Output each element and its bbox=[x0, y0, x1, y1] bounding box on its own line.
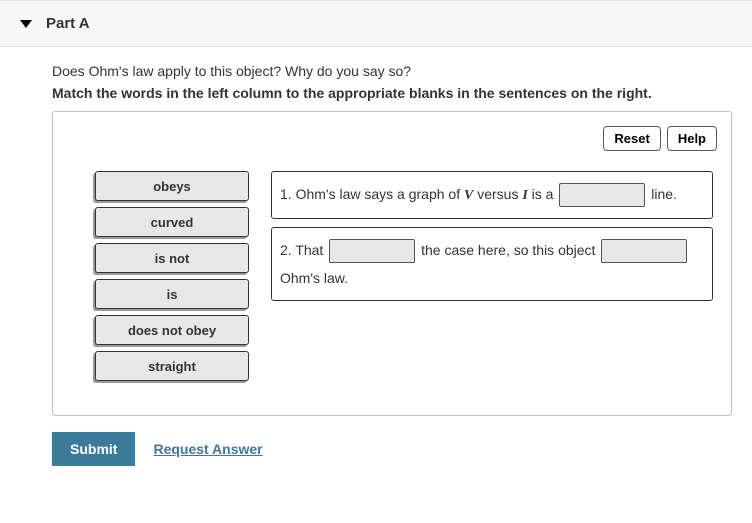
toolbar: Reset Help bbox=[67, 126, 717, 151]
sent-text: Ohm's law. bbox=[280, 270, 348, 286]
blank-slot[interactable] bbox=[601, 239, 687, 263]
sentence-column: 1. Ohm's law says a graph of V versus I … bbox=[271, 171, 713, 301]
part-header[interactable]: Part A bbox=[0, 0, 752, 47]
work-area: Reset Help obeys curved is not is does n… bbox=[52, 111, 732, 416]
sent-text: versus bbox=[473, 186, 522, 202]
help-button[interactable]: Help bbox=[667, 126, 717, 151]
collapse-icon bbox=[20, 20, 32, 28]
reset-button[interactable]: Reset bbox=[603, 126, 660, 151]
blank-slot[interactable] bbox=[559, 183, 645, 207]
question-text: Does Ohm's law apply to this object? Why… bbox=[52, 63, 732, 79]
sent-text: line. bbox=[647, 186, 677, 202]
content-area: Does Ohm's law apply to this object? Why… bbox=[0, 47, 752, 484]
instruction-text: Match the words in the left column to th… bbox=[52, 85, 732, 101]
footer: Submit Request Answer bbox=[52, 432, 732, 466]
sent-text: the case here, so this object bbox=[417, 242, 599, 258]
submit-button[interactable]: Submit bbox=[52, 432, 135, 466]
request-answer-link[interactable]: Request Answer bbox=[153, 441, 262, 457]
part-label: Part A bbox=[46, 15, 90, 32]
sent-text: 2. That bbox=[280, 242, 327, 258]
word-tile[interactable]: straight bbox=[95, 351, 249, 381]
word-tile[interactable]: is not bbox=[95, 243, 249, 273]
word-tile[interactable]: obeys bbox=[95, 171, 249, 201]
drag-zone: obeys curved is not is does not obey str… bbox=[67, 171, 717, 381]
word-tile[interactable]: does not obey bbox=[95, 315, 249, 345]
word-tile[interactable]: is bbox=[95, 279, 249, 309]
word-tile[interactable]: curved bbox=[95, 207, 249, 237]
sentence-2: 2. That the case here, so this object Oh… bbox=[271, 227, 713, 301]
word-column: obeys curved is not is does not obey str… bbox=[95, 171, 249, 381]
sent-text: is a bbox=[528, 186, 558, 202]
sentence-1: 1. Ohm's law says a graph of V versus I … bbox=[271, 171, 713, 219]
variable-v: V bbox=[464, 188, 473, 203]
sent-text: 1. Ohm's law says a graph of bbox=[280, 186, 464, 202]
blank-slot[interactable] bbox=[329, 239, 415, 263]
